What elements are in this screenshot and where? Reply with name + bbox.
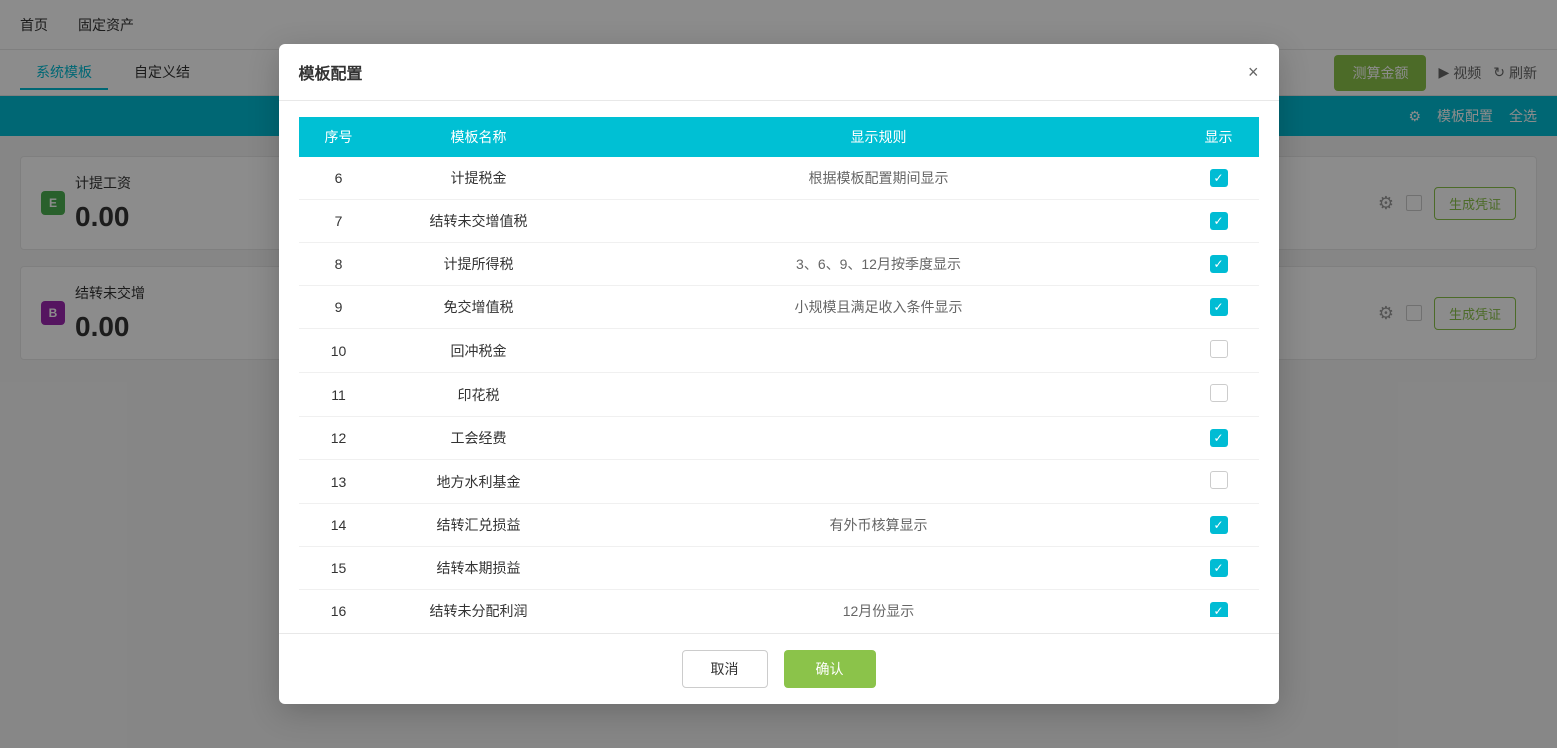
row-rule xyxy=(579,547,1179,590)
row-name: 结转本期损益 xyxy=(379,547,579,590)
row-checkbox-cell: ✓ xyxy=(1179,417,1259,460)
row-rule xyxy=(579,329,1179,373)
confirm-button[interactable]: 确认 xyxy=(784,650,876,688)
row-id: 16 xyxy=(299,590,379,618)
row-name: 回冲税金 xyxy=(379,329,579,373)
row-id: 7 xyxy=(299,200,379,243)
row-rule xyxy=(579,460,1179,504)
row-name: 结转未交增值税 xyxy=(379,200,579,243)
checkbox-checked[interactable]: ✓ xyxy=(1210,169,1228,187)
row-name: 结转未分配利润 xyxy=(379,590,579,618)
row-name: 工会经费 xyxy=(379,417,579,460)
row-rule: 有外币核算显示 xyxy=(579,504,1179,547)
cancel-button[interactable]: 取消 xyxy=(682,650,768,688)
row-rule: 3、6、9、12月按季度显示 xyxy=(579,243,1179,286)
table-head: 序号 模板名称 显示规则 显示 xyxy=(299,117,1259,157)
row-name: 地方水利基金 xyxy=(379,460,579,504)
checkbox-checked[interactable]: ✓ xyxy=(1210,429,1228,447)
row-id: 10 xyxy=(299,329,379,373)
row-checkbox-cell xyxy=(1179,373,1259,417)
row-id: 15 xyxy=(299,547,379,590)
row-rule: 小规模且满足收入条件显示 xyxy=(579,286,1179,329)
checkbox-checked[interactable]: ✓ xyxy=(1210,602,1228,617)
table-scroll[interactable]: 序号 模板名称 显示规则 显示 6计提税金根据模板配置期间显示✓7结转未交增值税… xyxy=(299,117,1259,617)
row-checkbox-cell: ✓ xyxy=(1179,157,1259,200)
modal-body: 序号 模板名称 显示规则 显示 6计提税金根据模板配置期间显示✓7结转未交增值税… xyxy=(279,101,1279,633)
table-row: 6计提税金根据模板配置期间显示 ✓ xyxy=(299,157,1259,200)
checkbox-unchecked[interactable] xyxy=(1210,340,1228,358)
checkbox-checked[interactable]: ✓ xyxy=(1210,212,1228,230)
row-checkbox-cell: ✓ xyxy=(1179,547,1259,590)
col-header-display: 显示 xyxy=(1179,117,1259,157)
checkbox-checked[interactable]: ✓ xyxy=(1210,255,1228,273)
checkbox-unchecked[interactable] xyxy=(1210,471,1228,489)
modal-overlay: 模板配置 × 序号 模板名称 显示规则 显示 6计提税金根据模板配置期间显示✓7… xyxy=(0,0,1557,748)
config-table: 序号 模板名称 显示规则 显示 6计提税金根据模板配置期间显示✓7结转未交增值税… xyxy=(299,117,1259,617)
table-row: 8计提所得税3、6、9、12月按季度显示 ✓ xyxy=(299,243,1259,286)
row-rule xyxy=(579,200,1179,243)
table-body: 6计提税金根据模板配置期间显示✓7结转未交增值税✓8计提所得税3、6、9、12月… xyxy=(299,157,1259,617)
col-header-rule: 显示规则 xyxy=(579,117,1179,157)
row-name: 免交增值税 xyxy=(379,286,579,329)
row-rule: 根据模板配置期间显示 xyxy=(579,157,1179,200)
row-id: 11 xyxy=(299,373,379,417)
row-id: 14 xyxy=(299,504,379,547)
row-id: 13 xyxy=(299,460,379,504)
row-name: 计提税金 xyxy=(379,157,579,200)
col-header-index: 序号 xyxy=(299,117,379,157)
row-name: 计提所得税 xyxy=(379,243,579,286)
row-checkbox-cell: ✓ xyxy=(1179,590,1259,618)
table-row: 7结转未交增值税 ✓ xyxy=(299,200,1259,243)
table-row: 15结转本期损益 ✓ xyxy=(299,547,1259,590)
modal-header: 模板配置 × xyxy=(279,44,1279,101)
row-checkbox-cell: ✓ xyxy=(1179,504,1259,547)
row-name: 结转汇兑损益 xyxy=(379,504,579,547)
modal-title: 模板配置 xyxy=(299,60,363,84)
table-row: 16结转未分配利润12月份显示 ✓ xyxy=(299,590,1259,618)
checkbox-unchecked[interactable] xyxy=(1210,384,1228,402)
checkbox-checked[interactable]: ✓ xyxy=(1210,516,1228,534)
row-checkbox-cell xyxy=(1179,460,1259,504)
row-checkbox-cell xyxy=(1179,329,1259,373)
row-checkbox-cell: ✓ xyxy=(1179,243,1259,286)
row-id: 9 xyxy=(299,286,379,329)
table-row: 11印花税 xyxy=(299,373,1259,417)
row-id: 6 xyxy=(299,157,379,200)
col-header-name: 模板名称 xyxy=(379,117,579,157)
row-id: 12 xyxy=(299,417,379,460)
row-id: 8 xyxy=(299,243,379,286)
row-rule: 12月份显示 xyxy=(579,590,1179,618)
modal-template-config: 模板配置 × 序号 模板名称 显示规则 显示 6计提税金根据模板配置期间显示✓7… xyxy=(279,44,1279,704)
modal-close-button[interactable]: × xyxy=(1248,63,1259,81)
checkbox-checked[interactable]: ✓ xyxy=(1210,559,1228,577)
table-row: 12工会经费 ✓ xyxy=(299,417,1259,460)
table-row: 10回冲税金 xyxy=(299,329,1259,373)
row-rule xyxy=(579,417,1179,460)
modal-footer: 取消 确认 xyxy=(279,633,1279,704)
row-checkbox-cell: ✓ xyxy=(1179,286,1259,329)
checkbox-checked[interactable]: ✓ xyxy=(1210,298,1228,316)
table-row: 14结转汇兑损益有外币核算显示 ✓ xyxy=(299,504,1259,547)
row-name: 印花税 xyxy=(379,373,579,417)
table-row: 13地方水利基金 xyxy=(299,460,1259,504)
table-row: 9免交增值税小规模且满足收入条件显示 ✓ xyxy=(299,286,1259,329)
row-rule xyxy=(579,373,1179,417)
row-checkbox-cell: ✓ xyxy=(1179,200,1259,243)
